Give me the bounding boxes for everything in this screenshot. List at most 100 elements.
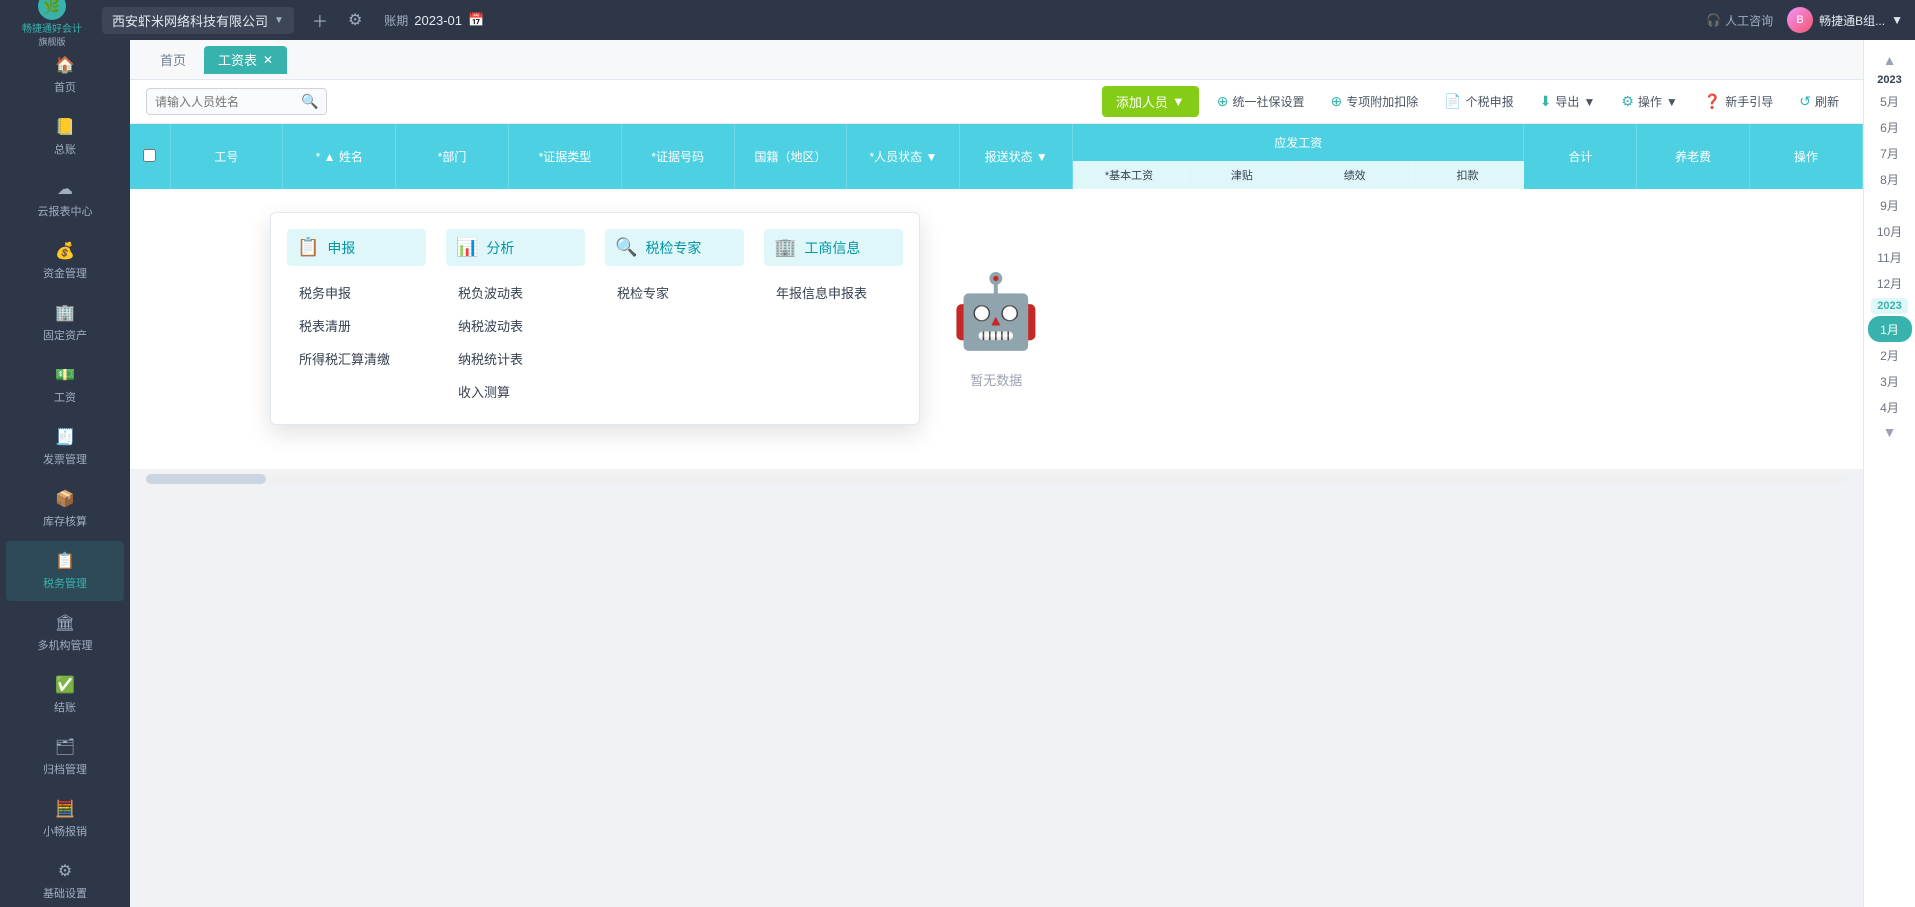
month-9[interactable]: 9月 [1868,192,1912,218]
year-2023-first: 2023 [1877,74,1901,86]
dropdown-item-tax-form[interactable]: 税表清册 [287,309,426,342]
th-status[interactable]: *人员状态 ▼ [847,124,960,189]
th-employee-id: 工号 [170,124,283,189]
user-info[interactable]: B 畅捷通B组... ▼ [1787,7,1903,33]
month-2[interactable]: 2月 [1868,342,1912,368]
dropdown-item-tax-burden[interactable]: 税负波动表 [446,276,585,309]
dropdown-item-tax-stats[interactable]: 纳税统计表 [446,342,585,375]
scroll-thumb[interactable] [146,474,266,484]
archive-icon: 🗂 [55,737,75,757]
sidebar-item-inventory[interactable]: 📦 库存核算 [6,479,124,539]
export-label: 导出 [1555,93,1579,110]
search-icon[interactable]: 🔍 [301,93,318,110]
tax-expert-section-title: 税检专家 [645,238,701,258]
tax-filing-btn[interactable]: 📄 个税申报 [1436,89,1521,114]
month-4[interactable]: 4月 [1868,394,1912,420]
tab-salary-table[interactable]: 工资表 ✕ [204,46,287,74]
dropdown-item-annual-settle[interactable]: 所得税汇算清缴 [287,342,426,375]
special-deduction-btn[interactable]: ⊕ 专项附加扣除 [1322,89,1426,114]
period-label: 账期 [384,12,408,29]
sidebar-item-close[interactable]: ✅ 结账 [6,665,124,725]
tab-close-btn[interactable]: ✕ [263,53,273,67]
search-input[interactable] [155,95,295,109]
social-security-icon: ⊕ [1217,93,1229,110]
dropdown-section-tax-expert: 🔍 税检专家 税检专家 [605,229,744,408]
sidebar-label-salary: 工资 [54,389,76,405]
company-selector[interactable]: 西安虾米网络科技有限公司 ▼ [102,7,294,34]
th-department: *部门 [396,124,509,189]
user-dropdown-icon: ▼ [1891,13,1903,27]
dropdown-item-income-estimate[interactable]: 收入测算 [446,375,585,408]
guide-btn-icon: ❓ [1704,93,1721,110]
guide-label: 新手引导 [1725,93,1773,110]
month-8[interactable]: 8月 [1868,166,1912,192]
sidebar-item-ledger[interactable]: 📒 总账 [6,107,124,167]
month-3[interactable]: 3月 [1868,368,1912,394]
filing-section-title: 申报 [327,238,355,258]
search-wrap: 🔍 [146,88,327,115]
year-2023-marker: 2023 [1871,298,1907,314]
logo-sub: 旗舰版 [38,35,65,48]
empty-text: 暂无数据 [970,370,1022,389]
dropdown-item-tax-expert[interactable]: 税检专家 [605,276,744,309]
sidebar-item-report-center[interactable]: ☁ 云报表中心 [6,169,124,229]
toolbar: 🔍 添加人员 ▼ ⊕ 统一社保设置 ⊕ 专项附加扣除 📄 个税申报 ⬇ 导出 [130,80,1863,124]
calendar-icon[interactable]: 📅 [468,12,484,28]
dropdown-item-tax-fluctuation[interactable]: 纳税波动表 [446,309,585,342]
th-checkbox[interactable] [130,124,170,189]
add-company-btn[interactable]: ＋ [306,6,334,34]
expense-icon: 🧮 [55,799,75,819]
home-icon: 🏠 [55,55,75,75]
user-name: 畅捷通B组... [1819,12,1885,29]
table-wrap: 工号 * ▲ 姓名 *部门 *证据类型 *证据号码 国籍（地区） *人员状态 ▼… [130,124,1863,907]
month-5[interactable]: 5月 [1868,88,1912,114]
sidebar-item-basic-settings[interactable]: ⚙ 基础设置 [6,851,124,907]
sidebar-item-expense[interactable]: 🧮 小畅报销 [6,789,124,849]
tab-home[interactable]: 首页 [146,46,200,74]
refresh-label: 刷新 [1815,93,1839,110]
th-base-salary: *基本工资 [1073,161,1186,189]
tab-salary-table-label: 工资表 [218,50,257,69]
add-employee-label: 添加人员 [1116,92,1168,111]
sidebar-item-multi-org[interactable]: 🏛 多机构管理 [6,603,124,663]
month-10[interactable]: 10月 [1868,218,1912,244]
refresh-btn[interactable]: ↺ 刷新 [1791,89,1847,114]
service-btn[interactable]: 🎧 人工咨询 [1706,12,1773,29]
sidebar-item-fund[interactable]: 💰 资金管理 [6,231,124,291]
sidebar-item-invoice[interactable]: 🧾 发票管理 [6,417,124,477]
social-security-btn[interactable]: ⊕ 统一社保设置 [1209,89,1313,114]
period-value: 2023-01 [414,13,462,28]
scroll-track[interactable] [146,474,1847,484]
salary-icon: 💵 [55,365,75,385]
multi-org-icon: 🏛 [55,613,75,633]
add-employee-btn[interactable]: 添加人员 ▼ [1102,86,1199,117]
tab-home-label: 首页 [160,50,186,69]
month-7[interactable]: 7月 [1868,140,1912,166]
refresh-icon: ↺ [1799,93,1811,110]
add-dropdown-arrow: ▼ [1172,94,1185,109]
export-arrow: ▼ [1583,95,1595,109]
sidebar-item-archive[interactable]: 🗂 归档管理 [6,727,124,787]
operations-btn[interactable]: ⚙ 操作 ▼ [1613,89,1685,114]
dropdown-section-filing: 📋 申报 税务申报 税表清册 所得税汇算清缴 [287,229,426,408]
month-1-current[interactable]: 1月 [1868,316,1912,342]
sidebar-item-salary[interactable]: 💵 工资 [6,355,124,415]
dropdown-item-annual-report[interactable]: 年报信息申报表 [764,276,903,309]
sidebar-item-home[interactable]: 🏠 首页 [6,45,124,105]
select-all-checkbox[interactable] [143,149,156,162]
panel-down-arrow[interactable]: ▼ [1879,420,1901,444]
th-allowance: 津贴 [1185,161,1298,189]
panel-up-arrow[interactable]: ▲ [1879,48,1901,72]
month-11[interactable]: 11月 [1868,244,1912,270]
dropdown-item-tax-filing[interactable]: 税务申报 [287,276,426,309]
month-6[interactable]: 6月 [1868,114,1912,140]
inventory-icon: 📦 [55,489,75,509]
month-12[interactable]: 12月 [1868,270,1912,296]
export-btn[interactable]: ⬇ 导出 ▼ [1532,89,1604,114]
sidebar-item-tax[interactable]: 📋 税务管理 [6,541,124,601]
th-operations: 操作 [1750,124,1863,189]
guide-btn[interactable]: ❓ 新手引导 [1696,89,1781,114]
settings-btn[interactable]: ⚙ [342,8,368,32]
th-report-status[interactable]: 报送状态 ▼ [960,124,1073,189]
sidebar-item-assets[interactable]: 🏢 固定资产 [6,293,124,353]
